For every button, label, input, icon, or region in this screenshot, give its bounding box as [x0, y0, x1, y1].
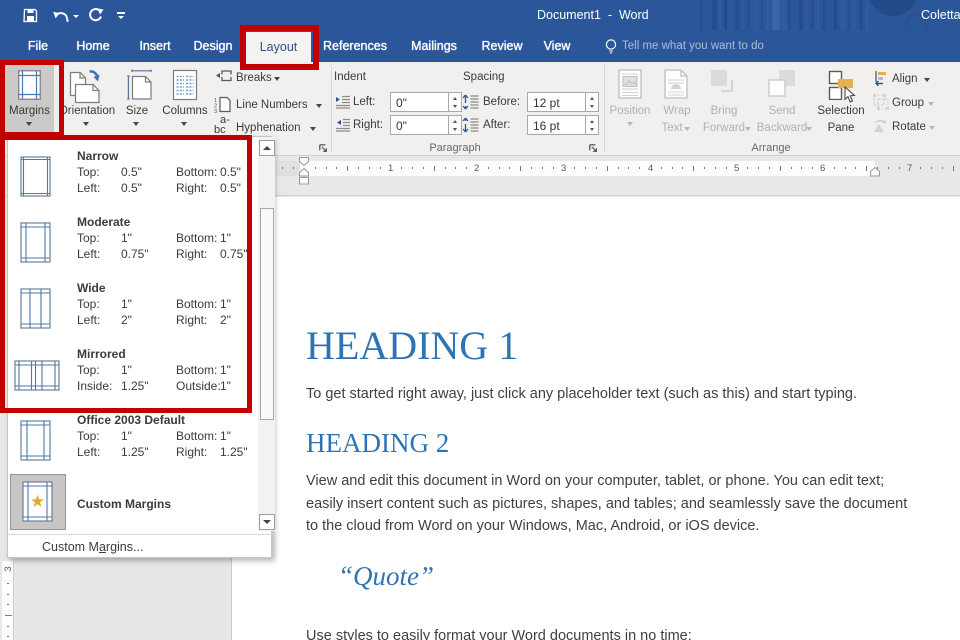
svg-text:★: ★ — [30, 492, 45, 511]
svg-text:3: 3 — [214, 109, 217, 113]
